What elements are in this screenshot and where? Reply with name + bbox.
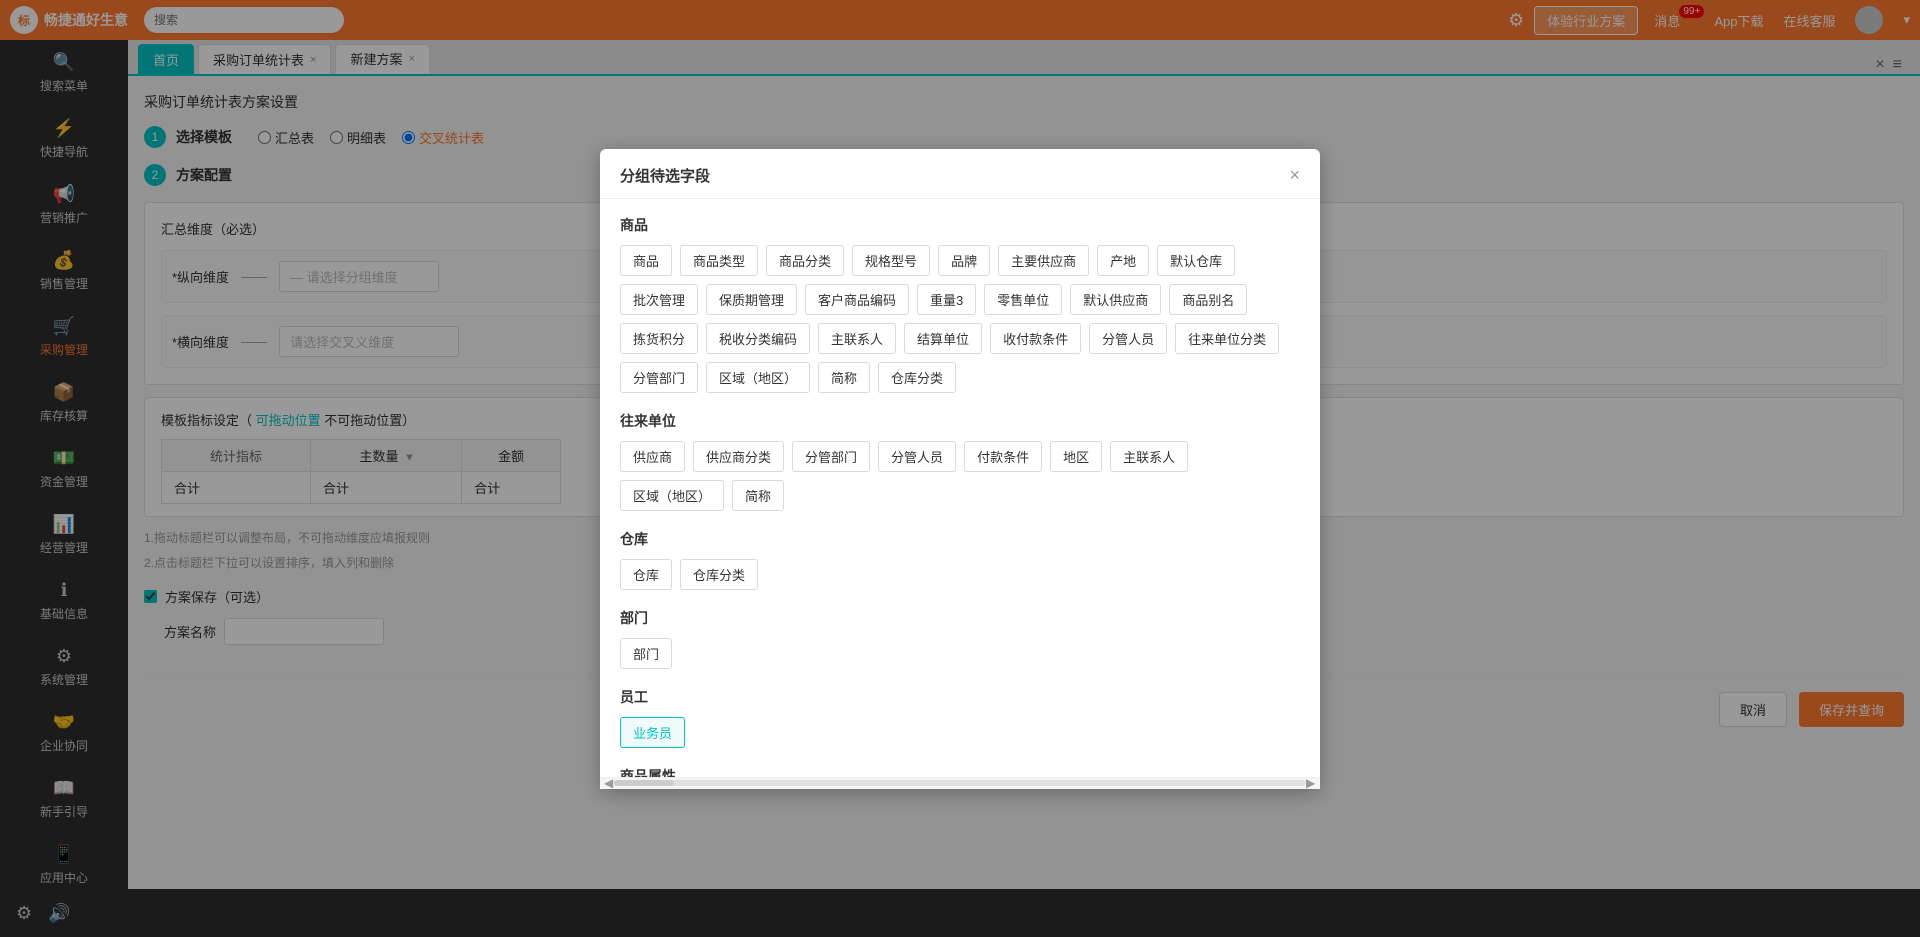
modal-hscrollbar[interactable]: ◀ ▶ <box>600 777 1320 789</box>
modal-header: 分组待选字段 × <box>600 149 1320 199</box>
tag-goods-19[interactable]: 收付款条件 <box>990 323 1081 354</box>
section-partners-title: 往来单位 <box>620 411 1300 431</box>
tag-goods-9[interactable]: 保质期管理 <box>706 284 797 315</box>
tag-partner-7[interactable]: 区域（地区） <box>620 480 724 511</box>
tag-goods-3[interactable]: 规格型号 <box>852 245 930 276</box>
tag-goods-25[interactable]: 仓库分类 <box>878 362 956 393</box>
tag-partner-3[interactable]: 分管人员 <box>878 441 956 472</box>
modal-overlay: 分组待选字段 × 商品 商品 商品类型 商品分类 规格型号 品牌 主要供应商 产… <box>0 0 1920 937</box>
tag-staff-0[interactable]: 业务员 <box>620 717 685 748</box>
tag-goods-5[interactable]: 主要供应商 <box>998 245 1089 276</box>
tag-goods-18[interactable]: 结算单位 <box>904 323 982 354</box>
tag-partner-5[interactable]: 地区 <box>1050 441 1102 472</box>
section-partners: 往来单位 供应商 供应商分类 分管部门 分管人员 付款条件 地区 主联系人 区域… <box>620 411 1300 511</box>
hscroll-thumb[interactable] <box>614 780 674 786</box>
hscroll-right-arrow[interactable]: ▶ <box>1306 776 1316 790</box>
tag-partner-0[interactable]: 供应商 <box>620 441 685 472</box>
section-staff-title: 员工 <box>620 687 1300 707</box>
section-warehouse-title: 仓库 <box>620 529 1300 549</box>
tag-partner-2[interactable]: 分管部门 <box>792 441 870 472</box>
tag-goods-7[interactable]: 默认仓库 <box>1157 245 1235 276</box>
tag-goods-21[interactable]: 往来单位分类 <box>1175 323 1279 354</box>
section-staff: 员工 业务员 <box>620 687 1300 748</box>
modal-close-icon[interactable]: × <box>1289 165 1300 186</box>
section-dept: 部门 部门 <box>620 608 1300 669</box>
tag-goods-24[interactable]: 简称 <box>818 362 870 393</box>
tag-goods-8[interactable]: 批次管理 <box>620 284 698 315</box>
hscroll-track <box>614 780 1306 786</box>
section-dept-tags: 部门 <box>620 638 1300 669</box>
tag-goods-16[interactable]: 税收分类编码 <box>706 323 810 354</box>
tag-goods-23[interactable]: 区域（地区） <box>706 362 810 393</box>
section-goods-title: 商品 <box>620 215 1300 235</box>
modal-title: 分组待选字段 <box>620 165 710 186</box>
section-product-attrs: 商品属性 属性 颜色 多规格 尺码 鞋码 1 <box>620 766 1300 777</box>
tag-goods-4[interactable]: 品牌 <box>938 245 990 276</box>
tag-goods-1[interactable]: 商品类型 <box>680 245 758 276</box>
section-goods: 商品 商品 商品类型 商品分类 规格型号 品牌 主要供应商 产地 默认仓库 批次… <box>620 215 1300 393</box>
tag-goods-2[interactable]: 商品分类 <box>766 245 844 276</box>
tag-goods-12[interactable]: 零售单位 <box>984 284 1062 315</box>
tag-goods-10[interactable]: 客户商品编码 <box>805 284 909 315</box>
section-goods-tags: 商品 商品类型 商品分类 规格型号 品牌 主要供应商 产地 默认仓库 批次管理 … <box>620 245 1300 393</box>
tag-goods-17[interactable]: 主联系人 <box>818 323 896 354</box>
tag-dept-0[interactable]: 部门 <box>620 638 672 669</box>
tag-partner-4[interactable]: 付款条件 <box>964 441 1042 472</box>
tag-partner-6[interactable]: 主联系人 <box>1110 441 1188 472</box>
modal-body[interactable]: 商品 商品 商品类型 商品分类 规格型号 品牌 主要供应商 产地 默认仓库 批次… <box>600 199 1320 777</box>
tag-partner-8[interactable]: 简称 <box>732 480 784 511</box>
tag-goods-13[interactable]: 默认供应商 <box>1070 284 1161 315</box>
tag-goods-15[interactable]: 拣货积分 <box>620 323 698 354</box>
tag-goods-22[interactable]: 分管部门 <box>620 362 698 393</box>
tag-goods-11[interactable]: 重量3 <box>917 284 976 315</box>
section-warehouse: 仓库 仓库 仓库分类 <box>620 529 1300 590</box>
modal: 分组待选字段 × 商品 商品 商品类型 商品分类 规格型号 品牌 主要供应商 产… <box>600 149 1320 789</box>
tag-wh-0[interactable]: 仓库 <box>620 559 672 590</box>
tag-goods-6[interactable]: 产地 <box>1097 245 1149 276</box>
tag-partner-1[interactable]: 供应商分类 <box>693 441 784 472</box>
tag-goods-0[interactable]: 商品 <box>620 245 672 276</box>
section-partners-tags: 供应商 供应商分类 分管部门 分管人员 付款条件 地区 主联系人 区域（地区） … <box>620 441 1300 511</box>
hscroll-left-arrow[interactable]: ◀ <box>604 776 614 790</box>
tag-goods-14[interactable]: 商品别名 <box>1169 284 1247 315</box>
section-product-attrs-title: 商品属性 <box>620 766 1300 777</box>
section-dept-title: 部门 <box>620 608 1300 628</box>
section-staff-tags: 业务员 <box>620 717 1300 748</box>
tag-wh-1[interactable]: 仓库分类 <box>680 559 758 590</box>
tag-goods-20[interactable]: 分管人员 <box>1089 323 1167 354</box>
section-warehouse-tags: 仓库 仓库分类 <box>620 559 1300 590</box>
